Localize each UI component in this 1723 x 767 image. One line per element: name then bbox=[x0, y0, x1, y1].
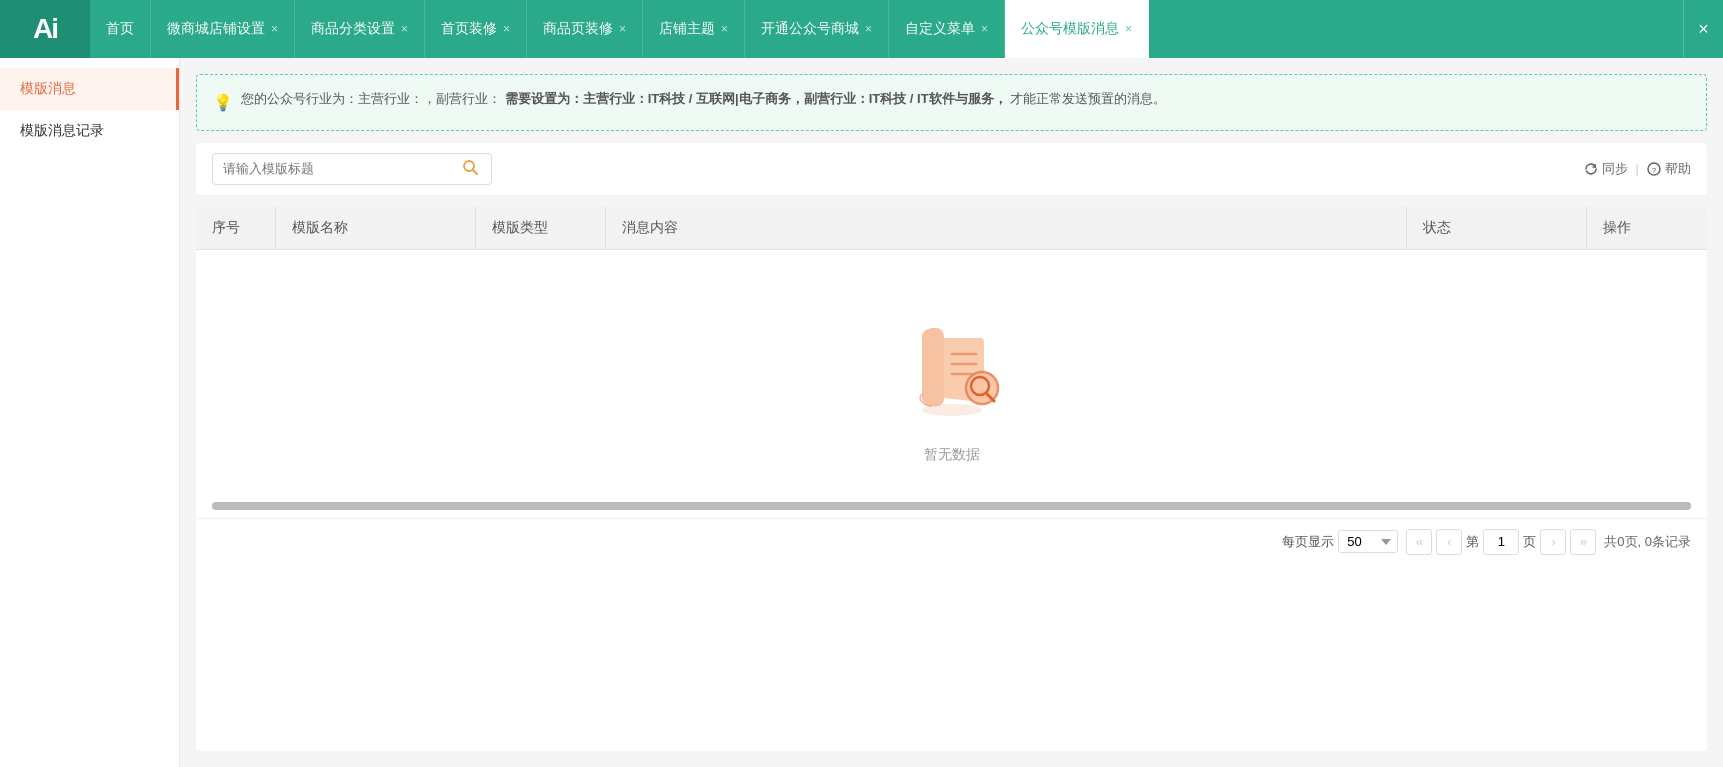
col-action: 操作 bbox=[1587, 207, 1707, 249]
nav-tab-close[interactable]: × bbox=[981, 22, 988, 36]
svg-line-1 bbox=[473, 170, 477, 174]
nav-tab[interactable]: 公众号模版消息 × bbox=[1005, 0, 1149, 58]
total-text: 共0页, 0条记录 bbox=[1604, 533, 1691, 551]
notice-icon: 💡 bbox=[213, 90, 233, 116]
main-content: 💡 您的公众号行业为：主营行业：，副营行业： 需要设置为：主营行业：IT科技 /… bbox=[180, 58, 1723, 767]
nav-tab-label: 公众号模版消息 bbox=[1021, 20, 1119, 38]
empty-state: 暂无数据 bbox=[196, 250, 1707, 494]
close-all-button[interactable]: × bbox=[1683, 0, 1723, 58]
layout: 模版消息模版消息记录 💡 您的公众号行业为：主营行业：，副营行业： 需要设置为：… bbox=[0, 58, 1723, 767]
nav-tab[interactable]: 商品页装修 × bbox=[527, 0, 643, 58]
empty-text: 暂无数据 bbox=[924, 446, 980, 464]
search-button[interactable] bbox=[453, 154, 488, 184]
first-page-button[interactable]: « bbox=[1406, 529, 1432, 555]
search-icon bbox=[463, 160, 478, 175]
svg-text:?: ? bbox=[1652, 166, 1657, 175]
sidebar-item[interactable]: 模版消息记录 bbox=[0, 110, 179, 152]
col-name: 模版名称 bbox=[276, 207, 476, 249]
nav-tab-close[interactable]: × bbox=[721, 22, 728, 36]
sync-label: 同步 bbox=[1602, 160, 1628, 178]
nav-tab-close[interactable]: × bbox=[401, 22, 408, 36]
empty-illustration bbox=[892, 310, 1012, 430]
next-page-button[interactable]: › bbox=[1540, 529, 1566, 555]
nav-tab[interactable]: 开通公众号商城 × bbox=[745, 0, 889, 58]
page-suffix: 页 bbox=[1523, 533, 1536, 551]
top-nav: Ai 首页微商城店铺设置×商品分类设置×首页装修×商品页装修×店铺主题×开通公众… bbox=[0, 0, 1723, 58]
sidebar: 模版消息模版消息记录 bbox=[0, 58, 180, 767]
table: 序号 模版名称 模版类型 消息内容 状态 操作 bbox=[196, 207, 1707, 751]
sync-icon bbox=[1584, 162, 1598, 176]
col-type: 模版类型 bbox=[476, 207, 606, 249]
nav-tab[interactable]: 自定义菜单 × bbox=[889, 0, 1005, 58]
help-button[interactable]: ? 帮助 bbox=[1647, 160, 1691, 178]
search-input-wrap bbox=[212, 153, 492, 185]
nav-tab[interactable]: 微商城店铺设置 × bbox=[151, 0, 295, 58]
last-page-button[interactable]: » bbox=[1570, 529, 1596, 555]
table-header: 序号 模版名称 模版类型 消息内容 状态 操作 bbox=[196, 207, 1707, 250]
nav-tab-close[interactable]: × bbox=[503, 22, 510, 36]
notice-suffix: 才能正常发送预置的消息。 bbox=[1010, 91, 1166, 106]
page-input[interactable] bbox=[1483, 529, 1519, 555]
per-page-label: 每页显示 bbox=[1282, 533, 1334, 551]
page-size-select: 每页显示 50 10 20 100 bbox=[1282, 530, 1398, 553]
scrollbar-thumb[interactable] bbox=[212, 502, 1691, 510]
nav-tab-label: 微商城店铺设置 bbox=[167, 20, 265, 38]
page-prefix: 第 bbox=[1466, 533, 1479, 551]
sidebar-item[interactable]: 模版消息 bbox=[0, 68, 179, 110]
nav-tab-label: 店铺主题 bbox=[659, 20, 715, 38]
search-input[interactable] bbox=[213, 155, 453, 182]
scrollbar-track[interactable] bbox=[212, 502, 1691, 510]
notice-box: 💡 您的公众号行业为：主营行业：，副营行业： 需要设置为：主营行业：IT科技 /… bbox=[196, 74, 1707, 131]
nav-tab-close[interactable]: × bbox=[1125, 22, 1132, 36]
notice-prefix: 您的公众号行业为：主营行业：，副营行业： bbox=[241, 91, 501, 106]
nav-tab-close[interactable]: × bbox=[865, 22, 872, 36]
sync-button[interactable]: 同步 bbox=[1584, 160, 1628, 178]
col-status: 状态 bbox=[1407, 207, 1587, 249]
nav-tab-close[interactable]: × bbox=[271, 22, 278, 36]
search-bar: 同步 | ? 帮助 bbox=[196, 143, 1707, 195]
col-content: 消息内容 bbox=[606, 207, 1407, 249]
toolbar-divider: | bbox=[1636, 161, 1639, 176]
nav-tab[interactable]: 首页 bbox=[90, 0, 151, 58]
nav-tabs: 首页微商城店铺设置×商品分类设置×首页装修×商品页装修×店铺主题×开通公众号商城… bbox=[90, 0, 1683, 58]
scrollbar-wrap bbox=[196, 494, 1707, 518]
help-label: 帮助 bbox=[1665, 160, 1691, 178]
logo: Ai bbox=[0, 0, 90, 58]
prev-page-button[interactable]: ‹ bbox=[1436, 529, 1462, 555]
pagination: 每页显示 50 10 20 100 « ‹ 第 页 › » bbox=[196, 518, 1707, 565]
nav-tab-label: 首页 bbox=[106, 20, 134, 38]
nav-tab-close[interactable]: × bbox=[619, 22, 626, 36]
notice-text: 您的公众号行业为：主营行业：，副营行业： 需要设置为：主营行业：IT科技 / 互… bbox=[241, 89, 1166, 110]
nav-tab-label: 首页装修 bbox=[441, 20, 497, 38]
nav-tab[interactable]: 商品分类设置 × bbox=[295, 0, 425, 58]
nav-tab-label: 自定义菜单 bbox=[905, 20, 975, 38]
notice-highlight: 需要设置为：主营行业：IT科技 / 互联网|电子商务，副营行业：IT科技 / I… bbox=[505, 91, 1007, 106]
page-nav: « ‹ 第 页 › » bbox=[1406, 529, 1596, 555]
per-page-dropdown[interactable]: 50 10 20 100 bbox=[1338, 530, 1398, 553]
help-icon: ? bbox=[1647, 162, 1661, 176]
nav-tab-label: 商品分类设置 bbox=[311, 20, 395, 38]
nav-tab-label: 商品页装修 bbox=[543, 20, 613, 38]
col-index: 序号 bbox=[196, 207, 276, 249]
toolbar-right: 同步 | ? 帮助 bbox=[1584, 160, 1691, 178]
nav-tab[interactable]: 首页装修 × bbox=[425, 0, 527, 58]
nav-tab-label: 开通公众号商城 bbox=[761, 20, 859, 38]
nav-tab[interactable]: 店铺主题 × bbox=[643, 0, 745, 58]
